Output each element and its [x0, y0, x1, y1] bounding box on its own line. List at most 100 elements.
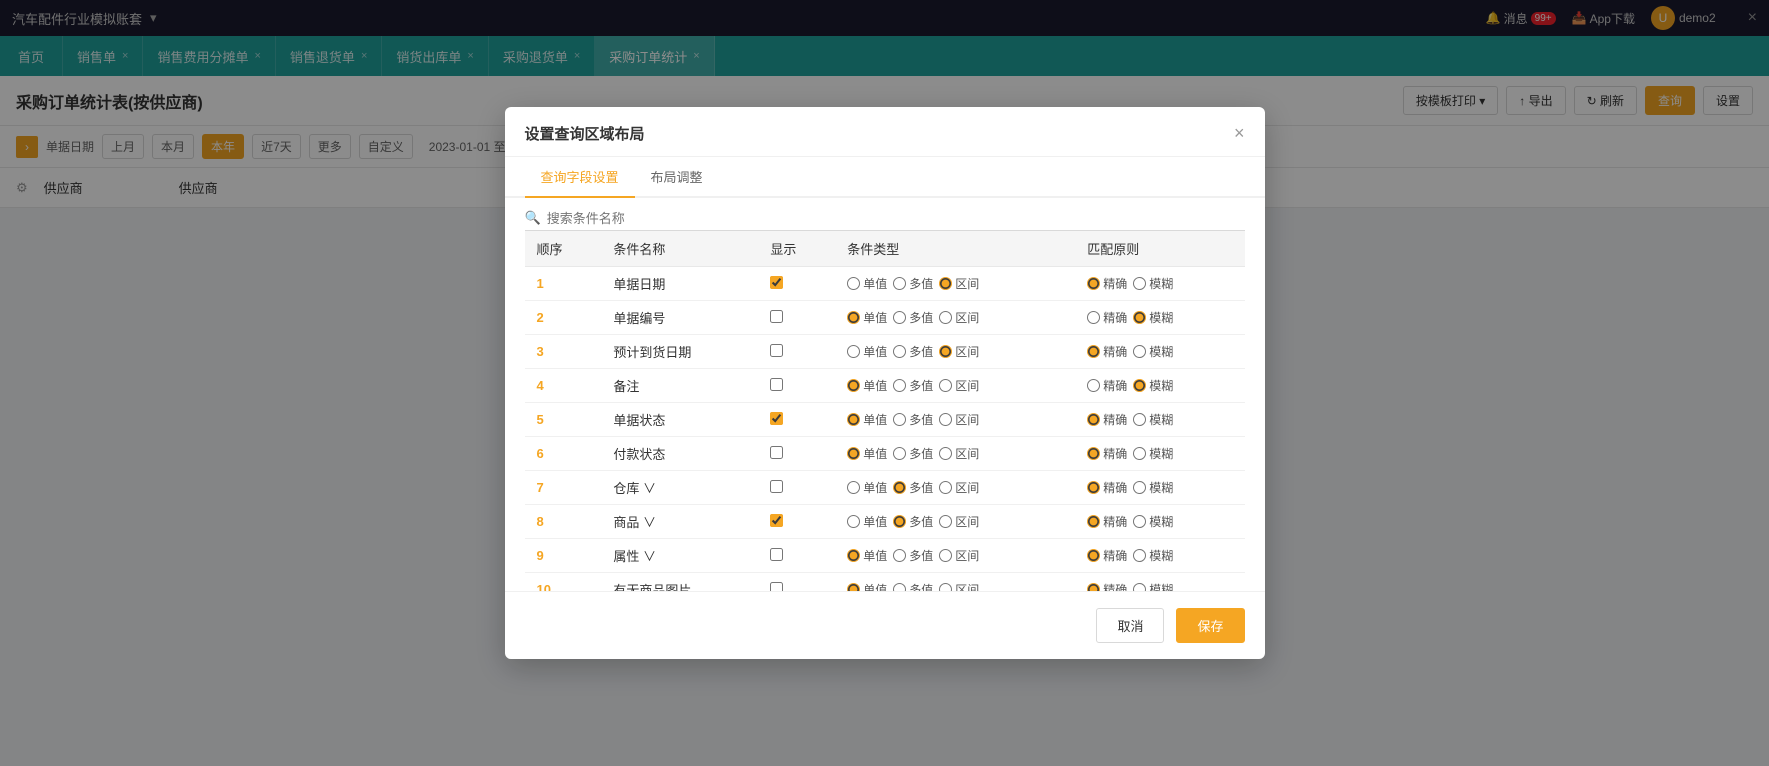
- display-checkbox[interactable]: [770, 310, 783, 323]
- display-checkbox[interactable]: [770, 412, 783, 425]
- type-radio-item[interactable]: 区间: [939, 445, 979, 462]
- type-radio[interactable]: [847, 379, 860, 392]
- type-radio-item[interactable]: 区间: [939, 377, 979, 394]
- display-checkbox[interactable]: [770, 276, 783, 289]
- match-radio-item[interactable]: 精确: [1087, 343, 1127, 360]
- match-radio[interactable]: [1133, 447, 1146, 460]
- type-radio-item[interactable]: 多值: [893, 547, 933, 564]
- match-radio-item[interactable]: 精确: [1087, 479, 1127, 496]
- match-radio-item[interactable]: 模糊: [1133, 445, 1173, 462]
- match-radio-item[interactable]: 精确: [1087, 547, 1127, 564]
- type-radio-item[interactable]: 单值: [847, 377, 887, 394]
- match-radio-item[interactable]: 模糊: [1133, 513, 1173, 530]
- type-radio-item[interactable]: 单值: [847, 479, 887, 496]
- display-checkbox[interactable]: [770, 480, 783, 493]
- type-radio[interactable]: [847, 345, 860, 358]
- match-radio[interactable]: [1133, 583, 1146, 591]
- match-radio-item[interactable]: 模糊: [1133, 479, 1173, 496]
- display-checkbox[interactable]: [770, 582, 783, 592]
- match-radio[interactable]: [1087, 515, 1100, 528]
- type-radio[interactable]: [939, 447, 952, 460]
- match-radio[interactable]: [1133, 549, 1146, 562]
- cancel-button[interactable]: 取消: [1096, 608, 1164, 643]
- match-radio-item[interactable]: 精确: [1087, 513, 1127, 530]
- type-radio-item[interactable]: 区间: [939, 411, 979, 428]
- type-radio-item[interactable]: 单值: [847, 547, 887, 564]
- match-radio[interactable]: [1133, 311, 1146, 324]
- search-input[interactable]: [547, 211, 1245, 226]
- type-radio[interactable]: [847, 311, 860, 324]
- type-radio[interactable]: [847, 413, 860, 426]
- match-radio-item[interactable]: 精确: [1087, 581, 1127, 591]
- type-radio-item[interactable]: 多值: [893, 275, 933, 292]
- match-radio-item[interactable]: 模糊: [1133, 275, 1173, 292]
- type-radio-item[interactable]: 单值: [847, 581, 887, 591]
- type-radio[interactable]: [893, 379, 906, 392]
- match-radio[interactable]: [1087, 481, 1100, 494]
- type-radio-item[interactable]: 多值: [893, 479, 933, 496]
- type-radio-item[interactable]: 多值: [893, 513, 933, 530]
- match-radio[interactable]: [1087, 413, 1100, 426]
- match-radio[interactable]: [1133, 379, 1146, 392]
- display-checkbox[interactable]: [770, 378, 783, 391]
- type-radio[interactable]: [893, 447, 906, 460]
- type-radio-item[interactable]: 单值: [847, 411, 887, 428]
- type-radio[interactable]: [893, 277, 906, 290]
- match-radio-item[interactable]: 精确: [1087, 275, 1127, 292]
- match-radio[interactable]: [1087, 583, 1100, 591]
- match-radio-item[interactable]: 精确: [1087, 377, 1127, 394]
- type-radio[interactable]: [939, 515, 952, 528]
- type-radio[interactable]: [939, 345, 952, 358]
- tab-query-fields[interactable]: 查询字段设置: [525, 157, 635, 198]
- type-radio[interactable]: [847, 583, 860, 591]
- type-radio[interactable]: [847, 277, 860, 290]
- match-radio[interactable]: [1087, 277, 1100, 290]
- type-radio[interactable]: [893, 515, 906, 528]
- type-radio[interactable]: [893, 583, 906, 591]
- type-radio[interactable]: [939, 481, 952, 494]
- match-radio-item[interactable]: 模糊: [1133, 547, 1173, 564]
- type-radio[interactable]: [847, 447, 860, 460]
- save-button[interactable]: 保存: [1176, 608, 1244, 643]
- type-radio-item[interactable]: 区间: [939, 343, 979, 360]
- match-radio[interactable]: [1133, 413, 1146, 426]
- type-radio-item[interactable]: 区间: [939, 275, 979, 292]
- match-radio-item[interactable]: 模糊: [1133, 581, 1173, 591]
- type-radio-item[interactable]: 多值: [893, 309, 933, 326]
- tab-layout[interactable]: 布局调整: [635, 157, 719, 198]
- type-radio-item[interactable]: 区间: [939, 309, 979, 326]
- type-radio-item[interactable]: 区间: [939, 513, 979, 530]
- type-radio[interactable]: [847, 549, 860, 562]
- match-radio-item[interactable]: 模糊: [1133, 343, 1173, 360]
- type-radio[interactable]: [893, 413, 906, 426]
- type-radio-item[interactable]: 区间: [939, 547, 979, 564]
- match-radio[interactable]: [1133, 277, 1146, 290]
- type-radio-item[interactable]: 区间: [939, 479, 979, 496]
- type-radio-item[interactable]: 多值: [893, 411, 933, 428]
- match-radio[interactable]: [1087, 311, 1100, 324]
- match-radio-item[interactable]: 精确: [1087, 445, 1127, 462]
- type-radio-item[interactable]: 多值: [893, 377, 933, 394]
- match-radio[interactable]: [1133, 481, 1146, 494]
- type-radio-item[interactable]: 单值: [847, 445, 887, 462]
- display-checkbox[interactable]: [770, 548, 783, 561]
- display-checkbox[interactable]: [770, 514, 783, 527]
- type-radio[interactable]: [939, 379, 952, 392]
- display-checkbox[interactable]: [770, 446, 783, 459]
- type-radio-item[interactable]: 单值: [847, 309, 887, 326]
- type-radio-item[interactable]: 多值: [893, 445, 933, 462]
- match-radio-item[interactable]: 精确: [1087, 309, 1127, 326]
- type-radio[interactable]: [939, 277, 952, 290]
- type-radio-item[interactable]: 多值: [893, 581, 933, 591]
- match-radio[interactable]: [1087, 379, 1100, 392]
- type-radio[interactable]: [847, 515, 860, 528]
- match-radio-item[interactable]: 精确: [1087, 411, 1127, 428]
- type-radio[interactable]: [939, 413, 952, 426]
- type-radio[interactable]: [893, 311, 906, 324]
- type-radio-item[interactable]: 多值: [893, 343, 933, 360]
- type-radio-item[interactable]: 单值: [847, 343, 887, 360]
- type-radio[interactable]: [939, 311, 952, 324]
- match-radio[interactable]: [1087, 447, 1100, 460]
- type-radio[interactable]: [893, 481, 906, 494]
- match-radio[interactable]: [1087, 345, 1100, 358]
